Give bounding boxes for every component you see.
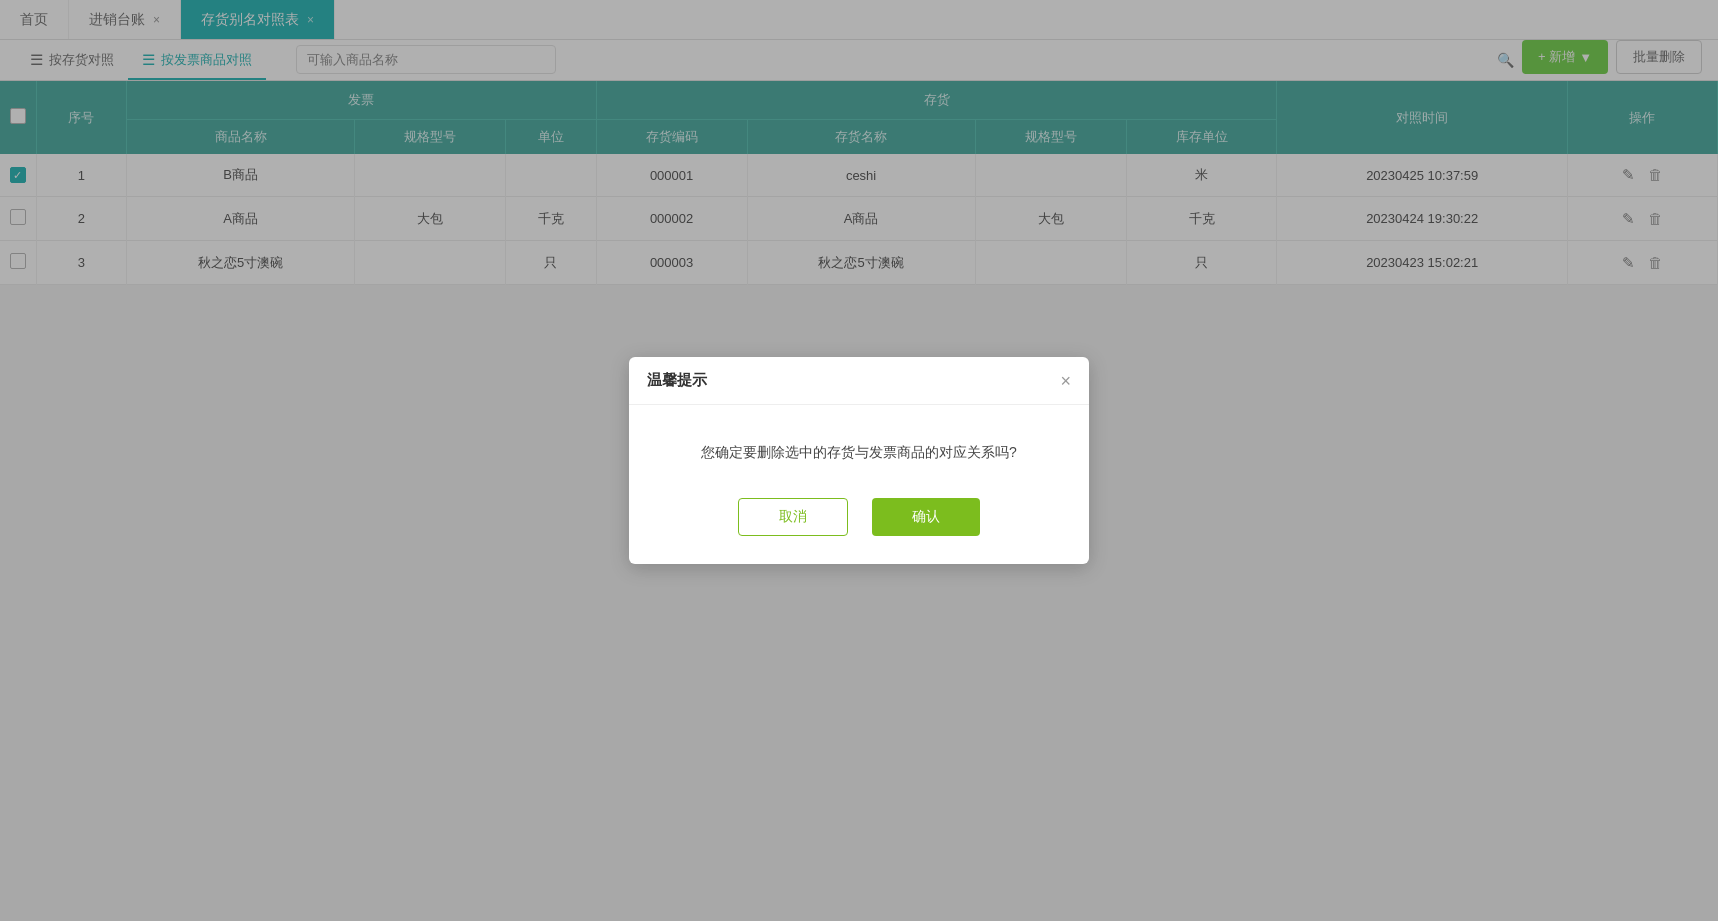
dialog-overlay: 温馨提示 × 您确定要删除选中的存货与发票商品的对应关系吗? 取消 确认 — [0, 0, 1718, 285]
